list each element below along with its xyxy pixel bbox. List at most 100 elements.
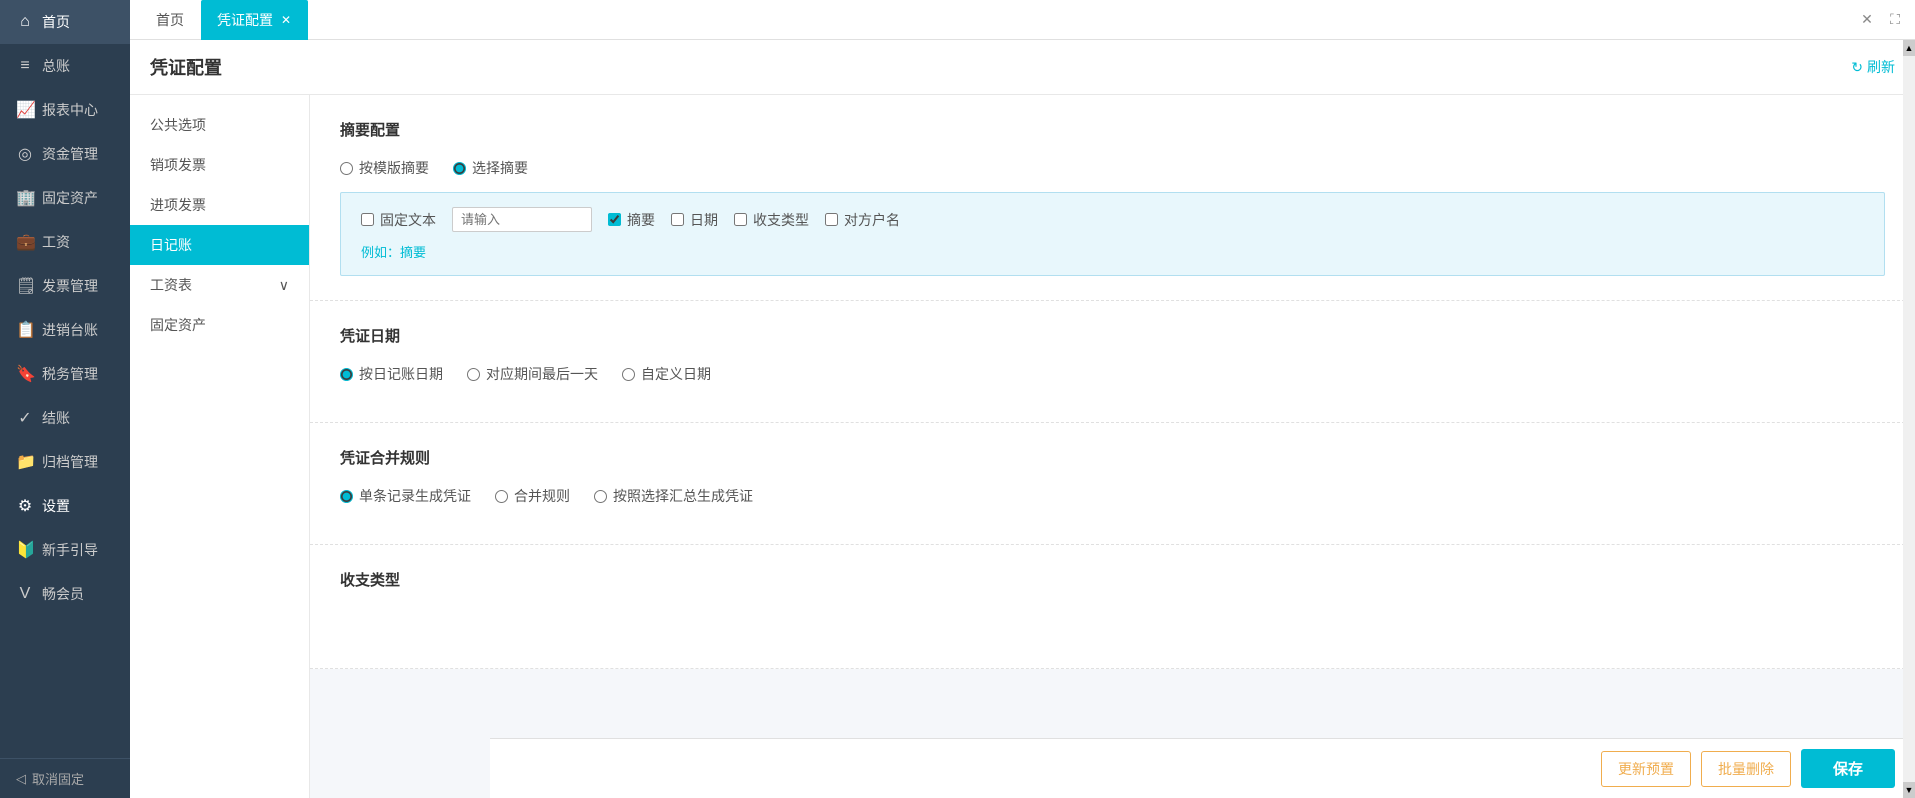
merge-rules-option[interactable]: 合并规则 [495, 486, 570, 506]
sidebar-item-funds[interactable]: ◎ 资金管理 [0, 132, 130, 176]
invoice-mgmt-icon: 🗒 [16, 276, 34, 296]
example-text: 例如：摘要 [361, 242, 1864, 261]
left-nav-payroll-label: 工资表 [150, 275, 192, 295]
sidebar-item-label: 首页 [42, 12, 70, 32]
select-summary-merge-radio[interactable] [594, 490, 607, 503]
abstract-checkbox[interactable] [608, 213, 621, 226]
left-nav-fixed-assets[interactable]: 固定资产 [130, 305, 309, 345]
counterpart-option[interactable]: 对方户名 [825, 210, 900, 230]
left-nav-fixed-assets-label: 固定资产 [150, 315, 206, 335]
sidebar-item-invoice-mgmt[interactable]: 🗒 发票管理 [0, 264, 130, 308]
template-summary-radio[interactable] [340, 162, 353, 175]
sidebar-item-archive[interactable]: 📁 归档管理 [0, 440, 130, 484]
last-day-option[interactable]: 对应期间最后一天 [467, 364, 598, 384]
sidebar-item-vip[interactable]: V 畅会员 [0, 572, 130, 616]
sidebar-item-label: 归档管理 [42, 452, 98, 472]
fixed-text-input[interactable] [452, 207, 592, 232]
custom-date-label: 自定义日期 [641, 364, 711, 384]
window-expand-icon[interactable]: ⛶ [1885, 10, 1905, 30]
guide-icon: 🔰 [16, 540, 34, 560]
income-type-checkbox[interactable] [734, 213, 747, 226]
single-record-radio[interactable] [340, 490, 353, 503]
custom-date-option[interactable]: 自定义日期 [622, 364, 711, 384]
summary-config-box: 固定文本 摘要 日期 收支类型 [340, 192, 1885, 276]
refresh-button[interactable]: ↻ 刷新 [1851, 57, 1895, 77]
left-nav-journal[interactable]: 日记账 [130, 225, 309, 265]
sidebar-item-salary[interactable]: 💼 工资 [0, 220, 130, 264]
ledger-icon: ≡ [16, 57, 34, 75]
content-layout: 公共选项 销项发票 进项发票 日记账 工资表 ∨ 固定资产 摘要配置 [130, 95, 1915, 798]
left-nav-sales-invoice[interactable]: 销项发票 [130, 145, 309, 185]
select-summary-merge-label: 按照选择汇总生成凭证 [613, 486, 753, 506]
scroll-down-arrow[interactable]: ▼ [1903, 782, 1915, 798]
custom-date-radio[interactable] [622, 368, 635, 381]
summary-radio-row: 按模版摘要 选择摘要 [340, 158, 1885, 178]
tab-voucher-config[interactable]: 凭证配置 ✕ [201, 0, 308, 40]
sidebar-item-label: 畅会员 [42, 584, 84, 604]
main-area: 首页 凭证配置 ✕ ✕ ⛶ 凭证配置 ↻ 刷新 公共选项 销项发票 进项 [130, 0, 1915, 798]
single-record-label: 单条记录生成凭证 [359, 486, 471, 506]
fixed-text-option[interactable]: 固定文本 [361, 210, 436, 230]
save-button[interactable]: 保存 [1801, 749, 1895, 788]
sidebar-item-ledger[interactable]: ≡ 总账 [0, 44, 130, 88]
tab-home[interactable]: 首页 [140, 0, 201, 40]
sidebar-item-guide[interactable]: 🔰 新手引导 [0, 528, 130, 572]
template-summary-option[interactable]: 按模版摘要 [340, 158, 429, 178]
update-preset-button[interactable]: 更新预置 [1601, 751, 1691, 787]
single-record-option[interactable]: 单条记录生成凭证 [340, 486, 471, 506]
abstract-option[interactable]: 摘要 [608, 210, 655, 230]
merge-rules-title: 凭证合并规则 [340, 447, 1885, 468]
sidebar-item-fixed-assets[interactable]: 🏢 固定资产 [0, 176, 130, 220]
by-journal-date-option[interactable]: 按日记账日期 [340, 364, 443, 384]
sidebar-item-label: 总账 [42, 56, 70, 76]
left-nav-purchase-invoice[interactable]: 进项发票 [130, 185, 309, 225]
sidebar-item-label: 税务管理 [42, 364, 98, 384]
select-summary-radio[interactable] [453, 162, 466, 175]
left-nav-public-label: 公共选项 [150, 115, 206, 135]
unpin-button[interactable]: ◁ 取消固定 [0, 758, 130, 798]
tax-icon: 🔖 [16, 364, 34, 384]
income-type-label: 收支类型 [753, 210, 809, 230]
left-nav-public[interactable]: 公共选项 [130, 105, 309, 145]
tab-close-icon[interactable]: ✕ [281, 13, 291, 27]
sidebar-item-label: 新手引导 [42, 540, 98, 560]
closing-icon: ✓ [16, 408, 34, 428]
sidebar-item-settings[interactable]: ⚙ 设置 [0, 484, 130, 528]
select-summary-option[interactable]: 选择摘要 [453, 158, 528, 178]
counterpart-label: 对方户名 [844, 210, 900, 230]
sidebar-item-tax-mgmt[interactable]: 🔖 税务管理 [0, 352, 130, 396]
sidebar-item-label: 结账 [42, 408, 70, 428]
date-label: 日期 [690, 210, 718, 230]
summary-config-title: 摘要配置 [340, 119, 1885, 140]
by-journal-date-radio[interactable] [340, 368, 353, 381]
income-type-option[interactable]: 收支类型 [734, 210, 809, 230]
sidebar-item-label: 设置 [42, 496, 70, 516]
date-option[interactable]: 日期 [671, 210, 718, 230]
sidebar-item-sales-ledger[interactable]: 📋 进销台账 [0, 308, 130, 352]
sidebar-item-home[interactable]: ⌂ 首页 [0, 0, 130, 44]
counterpart-checkbox[interactable] [825, 213, 838, 226]
merge-rules-section: 凭证合并规则 单条记录生成凭证 合并规则 按照选择汇总生成凭证 [310, 423, 1915, 545]
last-day-radio[interactable] [467, 368, 480, 381]
settings-icon: ⚙ [16, 496, 34, 516]
merge-rules-radio[interactable] [495, 490, 508, 503]
voucher-date-title: 凭证日期 [340, 325, 1885, 346]
left-nav: 公共选项 销项发票 进项发票 日记账 工资表 ∨ 固定资产 [130, 95, 310, 798]
sidebar-item-label: 发票管理 [42, 276, 98, 296]
sidebar-item-closing[interactable]: ✓ 结账 [0, 396, 130, 440]
date-checkbox[interactable] [671, 213, 684, 226]
batch-delete-button[interactable]: 批量删除 [1701, 751, 1791, 787]
salary-icon: 💼 [16, 232, 34, 252]
fixed-text-checkbox[interactable] [361, 213, 374, 226]
income-type-title: 收支类型 [340, 569, 1885, 590]
sidebar: ⌂ 首页 ≡ 总账 📈 报表中心 ◎ 资金管理 🏢 固定资产 💼 工资 🗒 发票… [0, 0, 130, 798]
fixed-text-label: 固定文本 [380, 210, 436, 230]
window-close-icon[interactable]: ✕ [1857, 10, 1877, 30]
select-summary-merge-option[interactable]: 按照选择汇总生成凭证 [594, 486, 753, 506]
sidebar-item-reports[interactable]: 📈 报表中心 [0, 88, 130, 132]
select-summary-label: 选择摘要 [472, 158, 528, 178]
sidebar-item-label: 工资 [42, 232, 70, 252]
left-nav-payroll[interactable]: 工资表 ∨ [130, 265, 309, 305]
voucher-date-radio-row: 按日记账日期 对应期间最后一天 自定义日期 [340, 364, 1885, 384]
sales-ledger-icon: 📋 [16, 320, 34, 340]
